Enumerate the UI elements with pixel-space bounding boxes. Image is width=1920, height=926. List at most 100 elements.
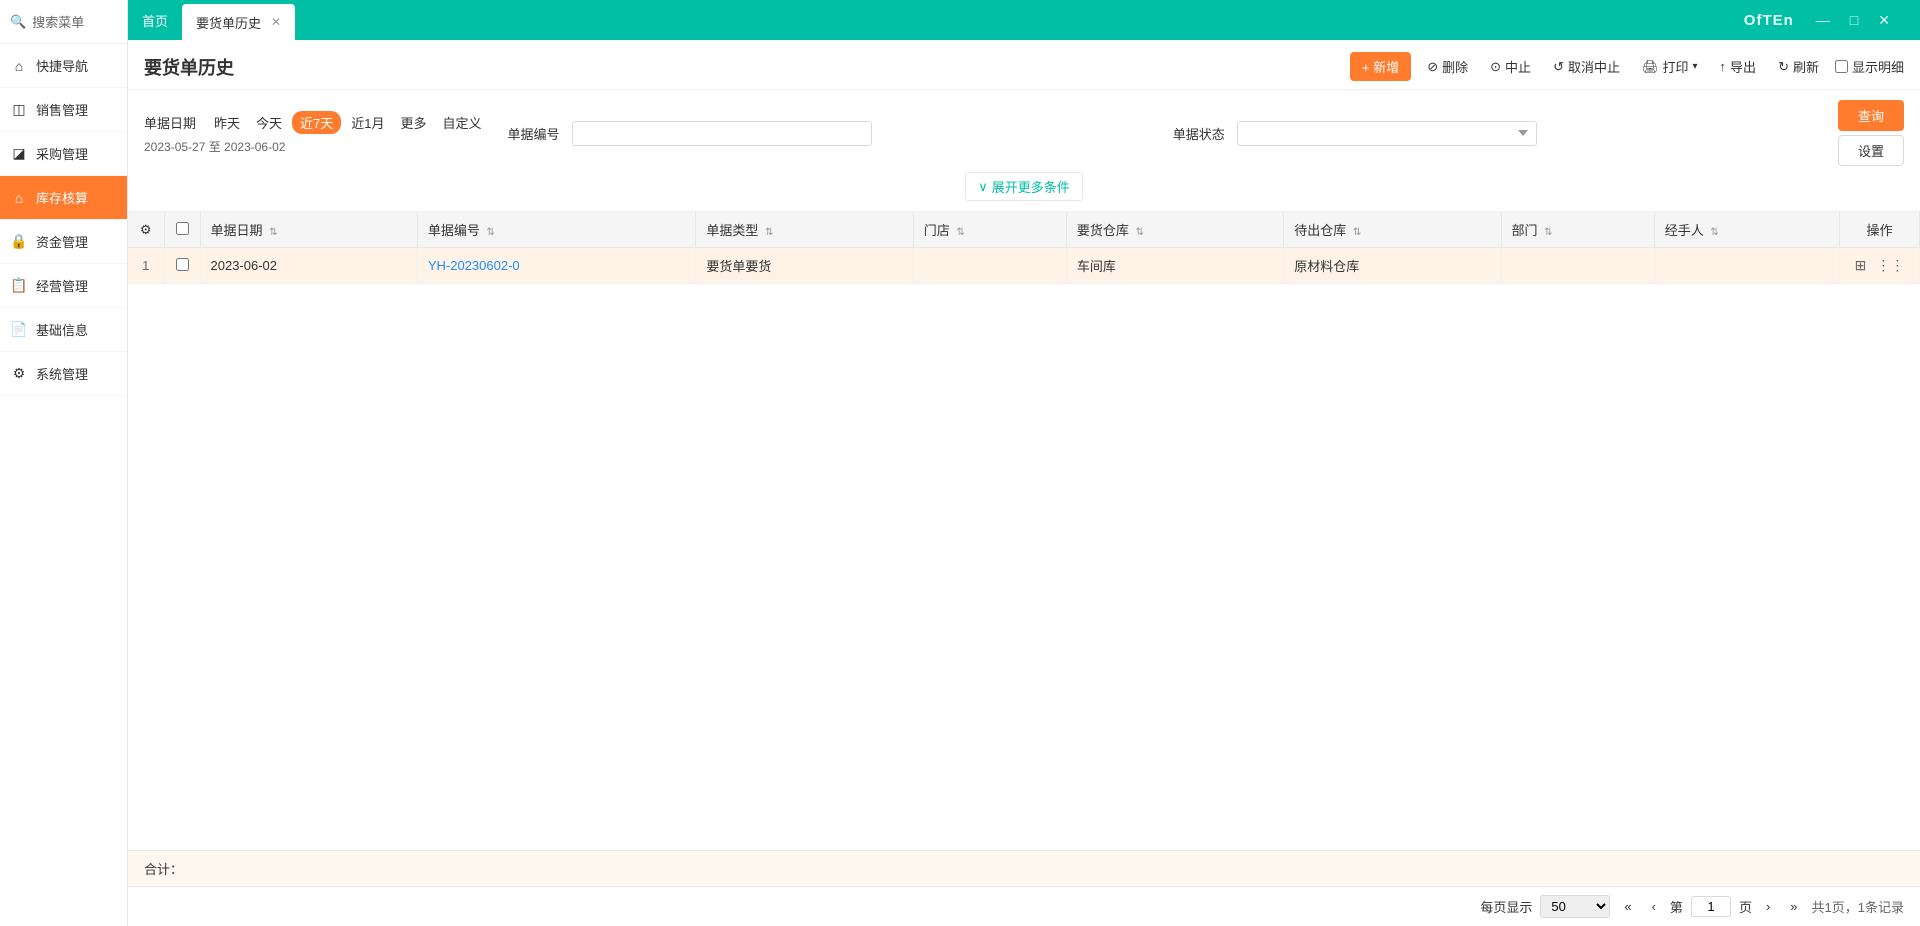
home-icon: ⌂ (10, 57, 28, 75)
sort-pending-warehouse-icon[interactable]: ⇅ (1353, 227, 1361, 238)
date-options: 昨天 今天 近7天 近1月 更多 自定义 (208, 111, 488, 134)
sidebar-item-basic[interactable]: 📄 基础信息 (0, 308, 127, 352)
inventory-icon: ⌂ (10, 189, 28, 207)
refresh-button[interactable]: ↻ 刷新 (1772, 53, 1825, 80)
th-ops: 操作 (1840, 212, 1920, 248)
date-opt-today[interactable]: 今天 (250, 111, 288, 134)
sales-icon: ◫ (10, 101, 28, 119)
sidebar-item-label: 采购管理 (36, 144, 88, 163)
date-filter-label: 单据日期 (144, 113, 196, 132)
td-req-warehouse: 车间库 (1066, 248, 1283, 284)
finance-icon: 🔒 (10, 233, 28, 251)
sidebar-search[interactable]: 🔍 搜索菜单 (0, 0, 127, 44)
row-more-icon[interactable]: ⋮⋮ (1874, 255, 1906, 276)
page-size-select[interactable]: 50 100 200 (1540, 895, 1610, 918)
close-button[interactable]: ✕ (1872, 10, 1896, 31)
print-button[interactable]: 🖨 打印 ▾ (1636, 53, 1704, 80)
data-table: ⚙ 单据日期 ⇅ 单据编号 ⇅ (128, 212, 1920, 284)
setting-button[interactable]: 设置 (1838, 135, 1904, 166)
th-number-label: 单据编号 (428, 223, 480, 238)
row-edit-icon[interactable]: ⊞ (1853, 255, 1869, 276)
minimize-button[interactable]: — (1810, 10, 1836, 30)
sort-handler-icon[interactable]: ⇅ (1710, 227, 1718, 238)
sidebar-item-inventory[interactable]: ⌂ 库存核算 (0, 176, 127, 220)
tab-history[interactable]: 要货单历史 ✕ (182, 4, 295, 40)
next-page-button[interactable]: › (1760, 897, 1776, 916)
total-label: 合计： (144, 859, 183, 878)
prev-page-button[interactable]: ‹ (1646, 897, 1662, 916)
doc-status-select[interactable] (1237, 121, 1537, 146)
sort-req-warehouse-icon[interactable]: ⇅ (1135, 227, 1143, 238)
filter-row-1: 单据日期 昨天 今天 近7天 近1月 更多 自定义 2023-05-27 至 2… (144, 100, 1904, 166)
th-handler-label: 经手人 (1665, 223, 1704, 238)
sidebar-item-label: 快捷导航 (36, 56, 88, 75)
select-all-checkbox[interactable] (176, 222, 189, 235)
date-opt-yesterday[interactable]: 昨天 (208, 111, 246, 134)
sort-number-icon[interactable]: ⇅ (486, 227, 494, 238)
date-opt-7days[interactable]: 近7天 (292, 111, 341, 134)
sidebar-item-sales[interactable]: ◫ 销售管理 (0, 88, 127, 132)
th-pending-warehouse: 待出仓库 ⇅ (1284, 212, 1501, 248)
stop-button[interactable]: ⊙ 中止 (1484, 53, 1537, 80)
brand-label: OfTEn (1744, 12, 1794, 29)
th-department: 部门 ⇅ (1501, 212, 1654, 248)
export-button[interactable]: ↑ 导出 (1714, 53, 1763, 80)
topbar-right: OfTEn — □ ✕ (1744, 10, 1920, 31)
operations-icon: 📋 (10, 277, 28, 295)
table-footer: 合计： (128, 850, 1920, 886)
sidebar-item-label: 基础信息 (36, 320, 88, 339)
sidebar-item-purchase[interactable]: ◪ 采购管理 (0, 132, 127, 176)
display-detail-button[interactable]: 显示明细 (1835, 57, 1904, 76)
print-chevron-icon: ▾ (1693, 61, 1698, 72)
sidebar-item-system[interactable]: ⚙ 系统管理 (0, 352, 127, 396)
td-department (1501, 248, 1654, 284)
doc-number-input[interactable] (572, 121, 872, 146)
delete-button[interactable]: ⊘ 删除 (1421, 53, 1474, 80)
main-area: 首页 要货单历史 ✕ OfTEn — □ ✕ 要货单历史 + 新增 ⊘ 删除 (128, 0, 1920, 926)
page-title: 要货单历史 (144, 54, 234, 80)
cancel-stop-button[interactable]: ↺ 取消中止 (1547, 53, 1626, 80)
query-button[interactable]: 查询 (1838, 100, 1904, 131)
tab-close-icon[interactable]: ✕ (271, 15, 281, 29)
sidebar-item-finance[interactable]: 🔒 资金管理 (0, 220, 127, 264)
maximize-button[interactable]: □ (1844, 10, 1864, 30)
sidebar-item-label: 销售管理 (36, 100, 88, 119)
td-store (913, 248, 1066, 284)
doc-number-label: 单据编号 (508, 124, 560, 143)
first-page-button[interactable]: « (1618, 897, 1637, 916)
new-button[interactable]: + 新增 (1350, 52, 1411, 81)
date-opt-1month[interactable]: 近1月 (345, 111, 390, 134)
expand-label: 展开更多条件 (992, 177, 1070, 196)
settings-icon[interactable]: ⚙ (140, 222, 152, 237)
sidebar-item-quick-nav[interactable]: ⌂ 快捷导航 (0, 44, 127, 88)
sidebar-item-operations[interactable]: 📋 经营管理 (0, 264, 127, 308)
sort-date-icon[interactable]: ⇅ (269, 227, 277, 238)
expand-button[interactable]: ∨ 展开更多条件 (965, 172, 1083, 201)
td-handler (1654, 248, 1839, 284)
refresh-label: 刷新 (1793, 57, 1819, 76)
purchase-icon: ◪ (10, 145, 28, 163)
th-type: 单据类型 ⇅ (696, 212, 913, 248)
td-number: YH-20230602-0 (417, 248, 696, 284)
th-department-label: 部门 (1512, 223, 1538, 238)
sidebar-search-label: 搜索菜单 (32, 12, 84, 31)
th-store: 门店 ⇅ (913, 212, 1066, 248)
td-checkbox (164, 248, 200, 284)
th-settings: ⚙ (128, 212, 164, 248)
th-date-label: 单据日期 (211, 223, 263, 238)
display-detail-checkbox[interactable] (1835, 60, 1848, 73)
page-number-input[interactable] (1691, 896, 1731, 917)
stop-icon: ⊙ (1490, 59, 1501, 75)
date-opt-custom[interactable]: 自定义 (437, 111, 488, 134)
total-info: 共1页，1条记录 (1812, 897, 1904, 916)
sort-store-icon[interactable]: ⇅ (956, 227, 964, 238)
doc-number-link[interactable]: YH-20230602-0 (428, 258, 520, 273)
sort-type-icon[interactable]: ⇅ (765, 227, 773, 238)
row-checkbox[interactable] (176, 258, 189, 271)
delete-icon: ⊘ (1427, 59, 1438, 75)
tab-home[interactable]: 首页 (128, 0, 182, 40)
last-page-button[interactable]: » (1784, 897, 1803, 916)
sort-department-icon[interactable]: ⇅ (1544, 227, 1552, 238)
content-area: 要货单历史 + 新增 ⊘ 删除 ⊙ 中止 ↺ 取消中止 🖨 打印 (128, 40, 1920, 926)
date-opt-more[interactable]: 更多 (395, 111, 433, 134)
